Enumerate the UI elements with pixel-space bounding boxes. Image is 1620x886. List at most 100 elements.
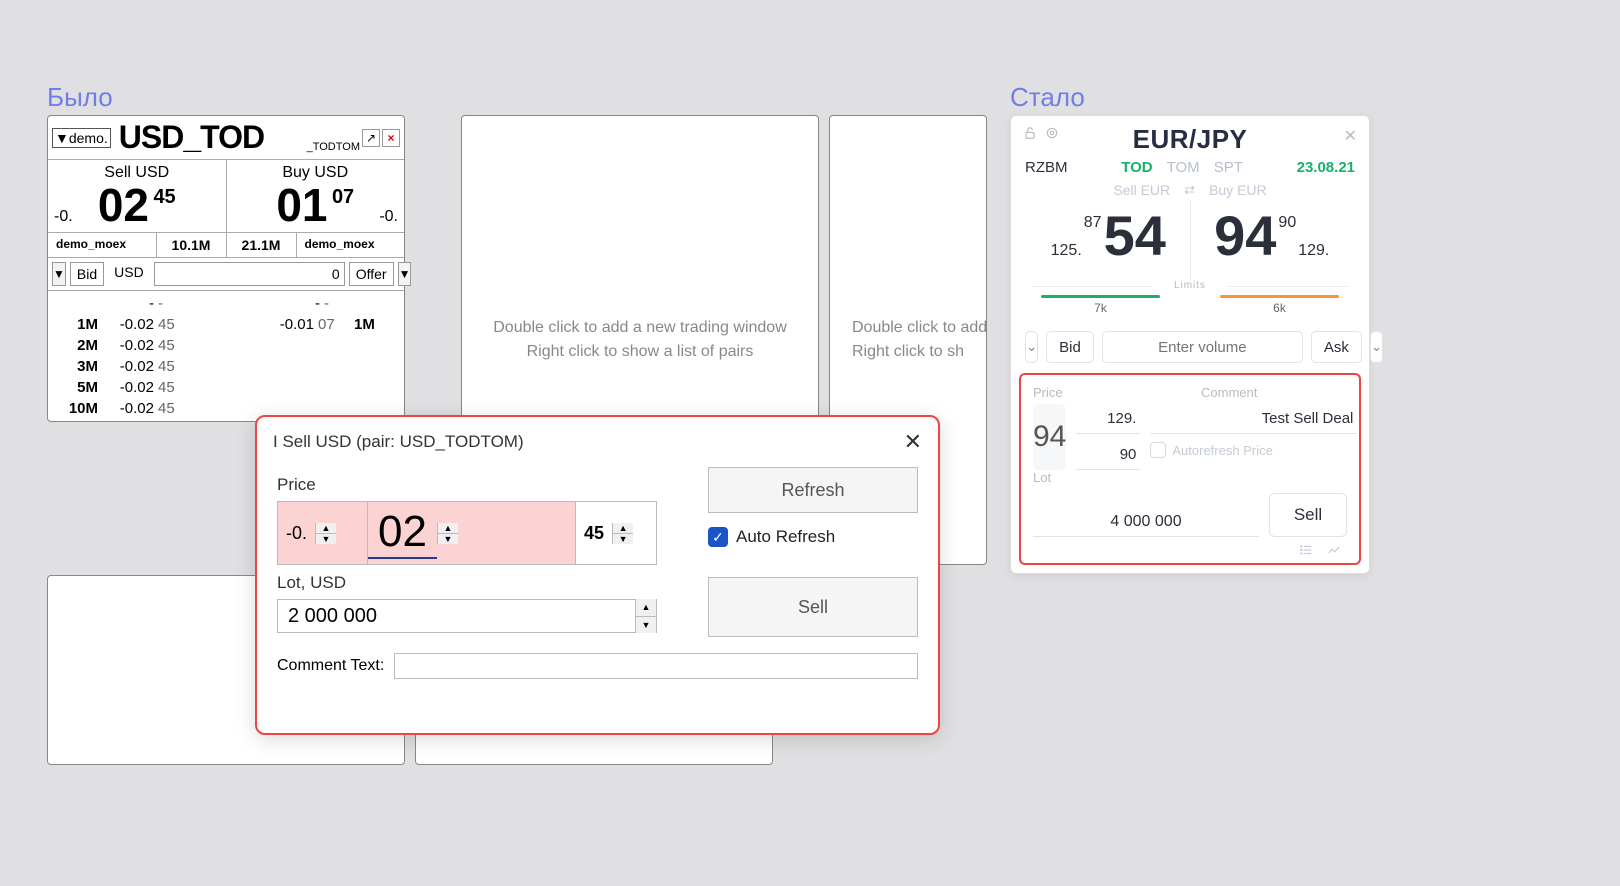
bid-button[interactable]: Bid bbox=[70, 262, 104, 286]
deal-pips-input[interactable] bbox=[1076, 440, 1140, 470]
comment-heading: Comment bbox=[1123, 385, 1347, 400]
sell-pips-top: 87 bbox=[1084, 214, 1102, 232]
price-big[interactable]: 02 bbox=[368, 507, 437, 559]
ladder-row[interactable]: 2M -0.02 45 bbox=[48, 335, 404, 356]
price-pips[interactable]: 45 bbox=[576, 523, 612, 544]
buy-big: 94 bbox=[1214, 208, 1276, 264]
deal-panel: Price Comment 94 Autorefresh Price Lot S… bbox=[1019, 373, 1361, 565]
spinner-down-icon[interactable]: ▼ bbox=[438, 534, 458, 544]
spinner-down-icon[interactable]: ▼ bbox=[636, 617, 656, 634]
ladder-val: 45 bbox=[158, 400, 188, 417]
dialog-close-icon[interactable]: ✕ bbox=[904, 429, 922, 455]
sell-button[interactable]: Sell bbox=[708, 577, 918, 637]
deal-lot-input[interactable] bbox=[1033, 507, 1259, 537]
deal-sell-button[interactable]: Sell bbox=[1269, 493, 1347, 537]
dialog-title: I Sell USD (pair: USD_TODTOM) bbox=[273, 432, 524, 452]
comment-input[interactable] bbox=[394, 653, 918, 679]
refresh-button[interactable]: Refresh bbox=[708, 467, 918, 513]
source-left: demo_moex bbox=[48, 233, 157, 257]
tenor-spt[interactable]: SPT bbox=[1214, 159, 1243, 176]
close-button[interactable]: × bbox=[382, 129, 400, 147]
offer-button[interactable]: Offer bbox=[349, 262, 394, 286]
limits-label: Limits bbox=[1031, 280, 1349, 291]
price-heading: Price bbox=[1033, 385, 1123, 400]
tenor-tod[interactable]: TOD bbox=[1121, 159, 1152, 176]
ladder-val: -0.02 bbox=[104, 379, 154, 396]
empty-tile-hint-1: Double click to add a bbox=[852, 319, 987, 337]
ladder-val: 45 bbox=[158, 379, 188, 396]
account-label[interactable]: RZBM bbox=[1025, 159, 1068, 176]
lot-input[interactable] bbox=[278, 605, 635, 628]
limit-left-value: 7k bbox=[1041, 301, 1160, 315]
amount-input[interactable] bbox=[154, 262, 345, 286]
before-heading: Было bbox=[47, 82, 113, 113]
tenor-tabs: TOD TOM SPT bbox=[1068, 159, 1297, 176]
spinner-up-icon[interactable]: ▲ bbox=[438, 523, 458, 534]
list-view-icon[interactable] bbox=[1297, 543, 1315, 557]
ladder-dash-l2: - bbox=[158, 295, 188, 312]
deal-handle-input[interactable] bbox=[1076, 404, 1140, 434]
ladder-val: 45 bbox=[158, 316, 188, 333]
ask-mode-dropdown[interactable]: ⌄ bbox=[1370, 331, 1383, 363]
vol-right: 21.1M bbox=[227, 233, 297, 257]
sell-quote[interactable]: 125. 87 54 bbox=[1027, 200, 1191, 280]
price-handle[interactable]: -0. bbox=[278, 523, 315, 544]
ladder-val: -0.02 bbox=[104, 400, 154, 417]
popout-button[interactable]: ↗ bbox=[362, 129, 380, 147]
sell-quote[interactable]: Sell USD -0. 02 45 bbox=[48, 160, 227, 232]
volume-ladder: - - - - 1M -0.02 45 -0.01 07 1M 2M -0.02… bbox=[48, 291, 404, 421]
bid-mode-dropdown[interactable]: ⌄ bbox=[1025, 331, 1038, 363]
ladder-val: -0.02 bbox=[104, 316, 154, 333]
sell-dialog: I Sell USD (pair: USD_TODTOM) ✕ Price -0… bbox=[255, 415, 940, 735]
ccy-label: USD bbox=[108, 262, 150, 286]
autorefresh-checkbox[interactable] bbox=[1150, 442, 1166, 458]
empty-tile-hint-2: Right click to show a list of pairs bbox=[527, 343, 754, 361]
ladder-dash-l1: - bbox=[104, 295, 154, 312]
ladder-dash-r1: - bbox=[270, 295, 320, 312]
buy-quote[interactable]: Buy USD 01 07 -0. bbox=[227, 160, 405, 232]
deal-comment-input[interactable] bbox=[1150, 404, 1357, 434]
volume-input[interactable] bbox=[1102, 331, 1303, 363]
ladder-val: 45 bbox=[158, 358, 188, 375]
ladder-val: 07 bbox=[318, 316, 348, 333]
bid-arrow-down-icon[interactable]: ▼ bbox=[52, 262, 66, 286]
swap-icon[interactable]: ⇄ bbox=[1184, 182, 1195, 198]
ladder-label: 2M bbox=[58, 337, 98, 354]
value-date[interactable]: 23.08.21 bbox=[1297, 159, 1355, 176]
empty-tile-hint-2: Right click to sh bbox=[852, 343, 964, 361]
ladder-val: -0.02 bbox=[104, 337, 154, 354]
buy-label: Buy EUR bbox=[1209, 182, 1267, 198]
auto-refresh-checkbox[interactable]: ✓ bbox=[708, 527, 728, 547]
spinner-down-icon[interactable]: ▼ bbox=[613, 534, 633, 544]
buy-quote[interactable]: 94 90 129. bbox=[1191, 200, 1354, 280]
old-ui-container: ▼demo. USD_TOD _TODTOM ↗ × Sell USD -0. … bbox=[47, 115, 937, 422]
chart-icon[interactable] bbox=[1325, 543, 1343, 557]
lock-icon[interactable] bbox=[1023, 126, 1037, 140]
ladder-label: 1M bbox=[354, 316, 394, 333]
spinner-up-icon[interactable]: ▲ bbox=[316, 523, 336, 534]
bid-button[interactable]: Bid bbox=[1046, 331, 1094, 363]
ladder-row[interactable]: 5M -0.02 45 bbox=[48, 377, 404, 398]
offer-arrow-down-icon[interactable]: ▼ bbox=[398, 262, 412, 286]
ladder-val: -0.02 bbox=[104, 358, 154, 375]
lot-heading: Lot bbox=[1033, 470, 1347, 485]
source-dropdown-value: demo. bbox=[69, 130, 108, 146]
source-dropdown[interactable]: ▼demo. bbox=[52, 128, 111, 148]
spinner-down-icon[interactable]: ▼ bbox=[316, 534, 336, 544]
spinner-up-icon[interactable]: ▲ bbox=[636, 599, 656, 617]
ladder-label: 1M bbox=[58, 316, 98, 333]
ladder-label: 10M bbox=[58, 400, 98, 417]
pair-title: USD_TOD bbox=[119, 119, 311, 156]
buy-pips: 07 bbox=[332, 186, 354, 209]
ask-button[interactable]: Ask bbox=[1311, 331, 1362, 363]
ladder-row[interactable]: 3M -0.02 45 bbox=[48, 356, 404, 377]
sell-pips: 45 bbox=[153, 186, 175, 209]
comment-label: Comment Text: bbox=[277, 657, 384, 675]
deal-big-price[interactable]: 94 bbox=[1033, 404, 1066, 470]
ladder-label: 5M bbox=[58, 379, 98, 396]
target-icon[interactable] bbox=[1045, 126, 1059, 140]
tenor-tom[interactable]: TOM bbox=[1167, 159, 1200, 176]
close-icon[interactable]: ✕ bbox=[1344, 126, 1357, 146]
spinner-up-icon[interactable]: ▲ bbox=[613, 523, 633, 534]
ladder-row[interactable]: 1M -0.02 45 -0.01 07 1M bbox=[48, 314, 404, 335]
